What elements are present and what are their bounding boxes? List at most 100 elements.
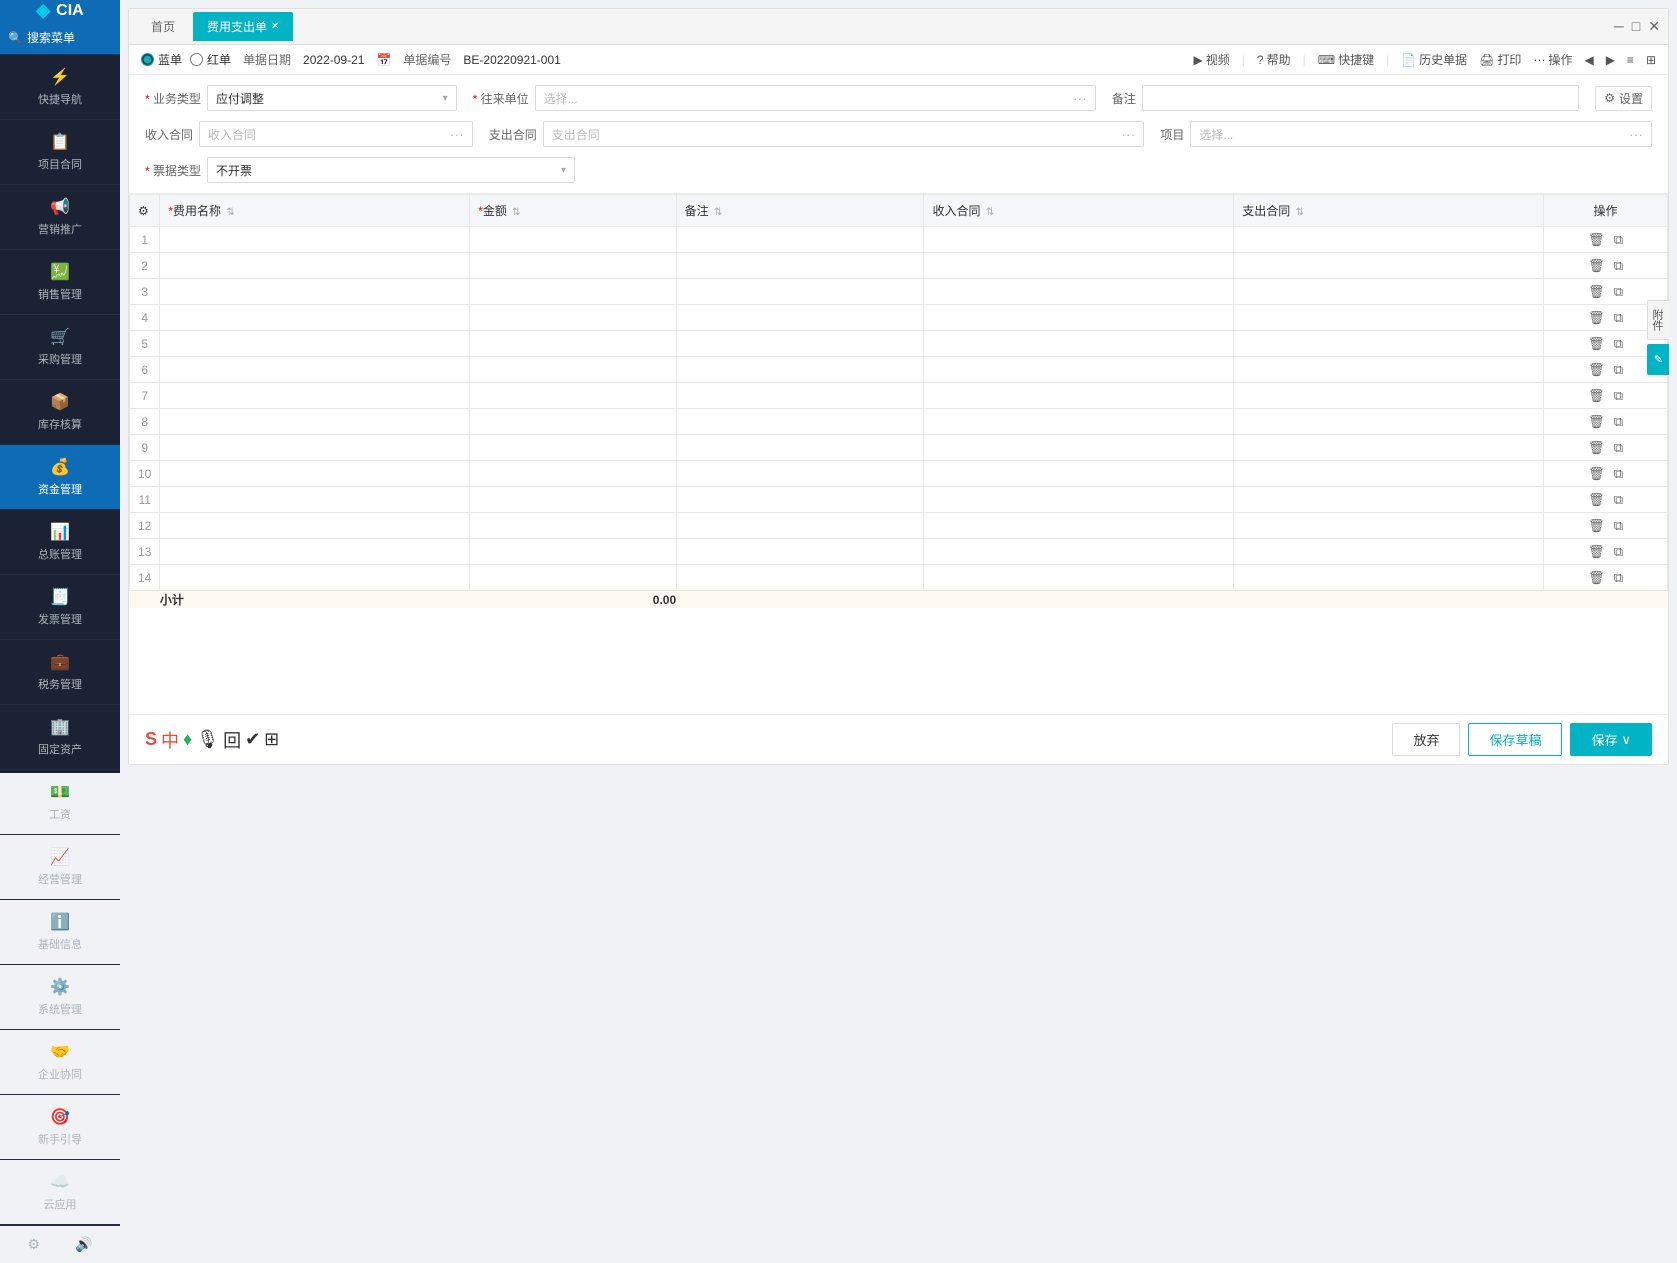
- expense-contract-cell[interactable]: [1234, 513, 1544, 539]
- delete-row-icon[interactable]: 🗑: [1588, 570, 1605, 585]
- income-contract-cell[interactable]: [924, 357, 1234, 383]
- remark-cell[interactable]: [676, 331, 924, 357]
- expense-contract-cell[interactable]: [1234, 357, 1544, 383]
- expense-name-cell[interactable]: [160, 305, 470, 331]
- expense-name-cell[interactable]: [160, 409, 470, 435]
- col-config[interactable]: ⚙: [130, 195, 160, 227]
- settings-top-btn[interactable]: ⚙ 设置: [1595, 86, 1652, 111]
- save-button[interactable]: 保存 ∨: [1570, 723, 1652, 756]
- amount-cell[interactable]: [470, 305, 677, 331]
- invoice-type-input[interactable]: 不开票: [207, 157, 575, 183]
- tab-expense[interactable]: 费用支出单 ✕: [193, 12, 293, 41]
- delete-row-icon[interactable]: 🗑: [1588, 518, 1605, 533]
- settings-footer-icon[interactable]: ⚙: [28, 1236, 41, 1253]
- copy-row-icon[interactable]: ⧉: [1614, 518, 1623, 533]
- help-btn[interactable]: ? 帮助: [1257, 51, 1291, 68]
- sidebar-item-procurement[interactable]: 🛒 采购管理: [0, 315, 120, 380]
- amount-cell[interactable]: [470, 227, 677, 253]
- sidebar-item-cloud-app[interactable]: ☁️ 云应用: [0, 1160, 120, 1225]
- sidebar-item-accounting[interactable]: 📊 总账管理: [0, 510, 120, 575]
- amount-cell[interactable]: [470, 539, 677, 565]
- sidebar-item-inventory[interactable]: 📦 库存核算: [0, 380, 120, 445]
- video-btn[interactable]: ▶ 视频: [1194, 51, 1230, 68]
- sidebar-item-enterprise[interactable]: 🤝 企业协同: [0, 1030, 120, 1095]
- copy-row-icon[interactable]: ⧉: [1614, 466, 1623, 481]
- sort-income-contract[interactable]: ⇅: [986, 207, 994, 218]
- delete-row-icon[interactable]: 🗑: [1588, 544, 1605, 559]
- copy-row-icon[interactable]: ⧉: [1614, 440, 1623, 455]
- action-btn[interactable]: ⋯ 操作: [1533, 51, 1572, 68]
- expense-name-cell[interactable]: [160, 279, 470, 305]
- income-contract-cell[interactable]: [924, 383, 1234, 409]
- copy-row-icon[interactable]: ⧉: [1614, 570, 1623, 585]
- remark-cell[interactable]: [676, 305, 924, 331]
- delete-row-icon[interactable]: 🗑: [1588, 310, 1605, 325]
- expense-contract-cell[interactable]: [1234, 461, 1544, 487]
- copy-row-icon[interactable]: ⧉: [1614, 362, 1623, 377]
- income-contract-cell[interactable]: [924, 565, 1234, 591]
- copy-row-icon[interactable]: ⧉: [1614, 232, 1623, 247]
- sidebar-search[interactable]: 🔍 搜索菜单: [0, 21, 120, 55]
- income-contract-cell[interactable]: [924, 539, 1234, 565]
- amount-cell[interactable]: [470, 487, 677, 513]
- col-remark[interactable]: 备注 ⇅: [676, 195, 924, 227]
- remark-cell[interactable]: [676, 357, 924, 383]
- expense-name-cell[interactable]: [160, 435, 470, 461]
- window-maximize-btn[interactable]: □: [1632, 18, 1640, 35]
- number-value[interactable]: BE-20220921-001: [463, 53, 560, 67]
- float-green-btn[interactable]: ✎: [1647, 344, 1669, 375]
- sidebar-item-project-contract[interactable]: 📋 项目合同: [0, 120, 120, 185]
- partner-input[interactable]: 选择... ···: [535, 85, 1096, 111]
- expense-contract-cell[interactable]: [1234, 331, 1544, 357]
- expense-name-cell[interactable]: [160, 357, 470, 383]
- view-list-btn[interactable]: ≡: [1627, 53, 1634, 67]
- date-value[interactable]: 2022-09-21: [303, 53, 364, 67]
- delete-row-icon[interactable]: 🗑: [1588, 388, 1605, 403]
- col-amount[interactable]: *金额 ⇅: [470, 195, 677, 227]
- delete-row-icon[interactable]: 🗑: [1588, 440, 1605, 455]
- expense-name-cell[interactable]: [160, 565, 470, 591]
- income-contract-cell[interactable]: [924, 227, 1234, 253]
- amount-cell[interactable]: [470, 461, 677, 487]
- copy-row-icon[interactable]: ⧉: [1614, 310, 1623, 325]
- radio-blue[interactable]: 蓝单: [141, 51, 182, 68]
- amount-cell[interactable]: [470, 409, 677, 435]
- float-attachment-btn[interactable]: 附件: [1647, 300, 1669, 340]
- sidebar-item-basic-info[interactable]: ℹ️ 基础信息: [0, 900, 120, 965]
- amount-cell[interactable]: [470, 565, 677, 591]
- delete-row-icon[interactable]: 🗑: [1588, 414, 1605, 429]
- window-close-btn[interactable]: ✕: [1648, 18, 1660, 35]
- discard-button[interactable]: 放弃: [1392, 723, 1460, 756]
- income-contract-cell[interactable]: [924, 253, 1234, 279]
- income-contract-cell[interactable]: [924, 487, 1234, 513]
- remark-cell[interactable]: [676, 539, 924, 565]
- remark-input[interactable]: [1142, 85, 1579, 111]
- window-minimize-btn[interactable]: ─: [1614, 18, 1624, 35]
- expense-contract-cell[interactable]: [1234, 305, 1544, 331]
- expense-name-cell[interactable]: [160, 539, 470, 565]
- copy-row-icon[interactable]: ⧉: [1614, 544, 1623, 559]
- business-type-input[interactable]: 应付调整: [207, 85, 457, 111]
- income-contract-cell[interactable]: [924, 279, 1234, 305]
- sidebar-item-salary[interactable]: 💵 工资: [0, 770, 120, 835]
- delete-row-icon[interactable]: 🗑: [1588, 284, 1605, 299]
- sidebar-item-tax[interactable]: 💼 税务管理: [0, 640, 120, 705]
- amount-cell[interactable]: [470, 357, 677, 383]
- income-contract-cell[interactable]: [924, 409, 1234, 435]
- nav-prev-btn[interactable]: ◀: [1584, 53, 1593, 67]
- date-picker-icon[interactable]: 📅: [376, 53, 391, 67]
- expense-name-cell[interactable]: [160, 383, 470, 409]
- view-grid-btn[interactable]: ⊞: [1646, 53, 1656, 67]
- income-contract-cell[interactable]: [924, 435, 1234, 461]
- delete-row-icon[interactable]: 🗑: [1588, 336, 1605, 351]
- save-draft-button[interactable]: 保存草稿: [1468, 723, 1562, 756]
- expense-contract-cell[interactable]: [1234, 227, 1544, 253]
- sidebar-item-new-guide[interactable]: 🎯 新手引导: [0, 1095, 120, 1160]
- radio-blue-input[interactable]: [141, 53, 154, 66]
- copy-row-icon[interactable]: ⧉: [1614, 492, 1623, 507]
- sidebar-item-marketing[interactable]: 📢 营销推广: [0, 185, 120, 250]
- income-contract-cell[interactable]: [924, 305, 1234, 331]
- delete-row-icon[interactable]: 🗑: [1588, 258, 1605, 273]
- tab-expense-close[interactable]: ✕: [271, 21, 279, 32]
- remark-cell[interactable]: [676, 435, 924, 461]
